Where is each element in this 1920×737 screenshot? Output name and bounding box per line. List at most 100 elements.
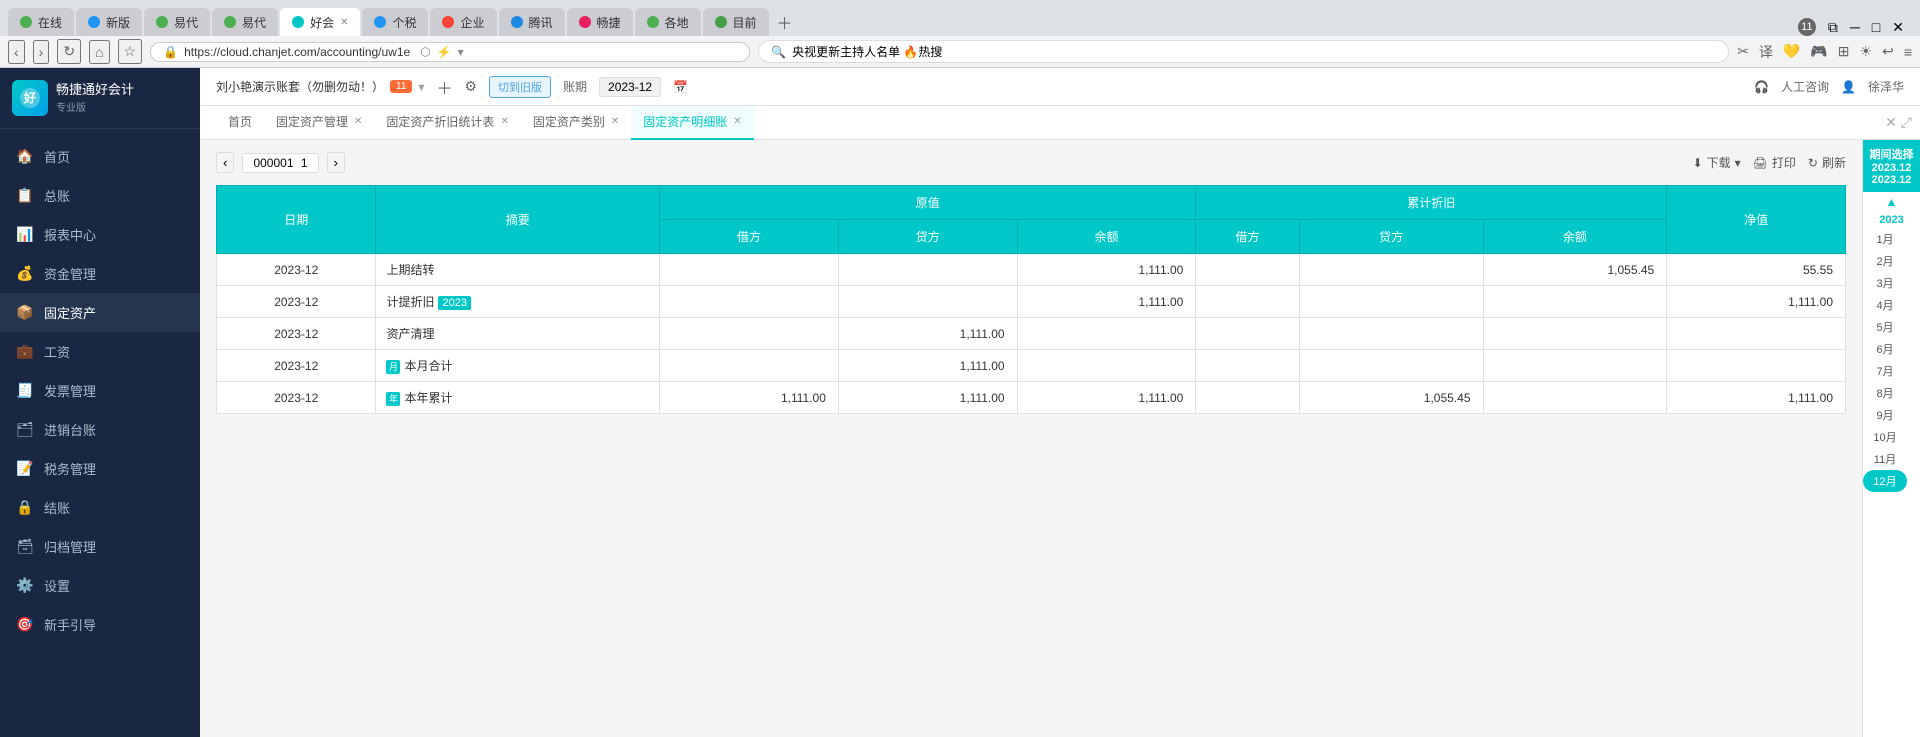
tab-label: 新版 — [106, 14, 130, 31]
close-all-tabs-icon[interactable]: ✕ — [1885, 114, 1897, 131]
new-tab-button[interactable]: ＋ — [771, 8, 799, 36]
sidebar-item-archive[interactable]: 🗃 归档管理 — [0, 527, 200, 566]
tab-yidai1[interactable]: 易代 — [144, 8, 210, 36]
next-record-button[interactable]: › — [327, 152, 345, 173]
tab-geshui[interactable]: 个税 — [362, 8, 428, 36]
menu-icon[interactable]: ≡ — [1904, 44, 1912, 60]
tab-zaixin[interactable]: 在线 — [8, 8, 74, 36]
tab-asset-detail[interactable]: 固定资产明细账 ✕ — [631, 106, 753, 140]
scissors-icon[interactable]: ✂ — [1737, 43, 1749, 60]
sidebar-logo: 好 畅捷通好会计 专业版 — [0, 68, 200, 129]
add-button[interactable]: ＋ — [436, 75, 452, 99]
forward-button[interactable]: › — [33, 40, 50, 64]
settings-gear-icon[interactable]: ⚙ — [464, 78, 477, 95]
period-month-item[interactable]: 7月 — [1863, 360, 1907, 382]
game-icon[interactable]: 🎮 — [1810, 43, 1827, 60]
period-month-item[interactable]: 2月 — [1863, 250, 1907, 272]
download-button[interactable]: ⬇ 下载 ▾ — [1693, 154, 1741, 171]
help-text[interactable]: 人工咨询 — [1781, 78, 1829, 95]
switch-version-button[interactable]: 切到旧版 — [489, 76, 551, 98]
cell-debit — [660, 286, 839, 318]
tab-fixed-asset-mgmt[interactable]: 固定资产管理 ✕ — [264, 106, 374, 140]
sidebar-item-settings[interactable]: ⚙️ 设置 — [0, 566, 200, 605]
maximize-icon[interactable]: □ — [1872, 19, 1880, 35]
username-display[interactable]: 徐泽华 — [1868, 78, 1904, 95]
sidebar-item-reports[interactable]: 📊 报表中心 — [0, 215, 200, 254]
tab-haohui[interactable]: 好会 ✕ — [280, 8, 360, 36]
sidebar-item-tax[interactable]: 📝 税务管理 — [0, 449, 200, 488]
tab-qiye[interactable]: 企业 — [430, 8, 496, 36]
tab-depreciation-stats[interactable]: 固定资产折旧统计表 ✕ — [374, 106, 520, 140]
search-bar[interactable]: 🔍 央视更新主持人名单 🔥热搜 — [758, 40, 1729, 63]
period-display[interactable]: 2023-12 — [599, 77, 661, 97]
sidebar-label-funds: 资金管理 — [44, 264, 96, 283]
lightning-icon[interactable]: ⚡ — [437, 45, 452, 59]
tab-muqian[interactable]: 目前 — [703, 8, 769, 36]
grid-icon[interactable]: ⊞ — [1838, 43, 1850, 60]
tab-asset-category[interactable]: 固定资产类别 ✕ — [521, 106, 631, 140]
period-month-item[interactable]: 5月 — [1863, 316, 1907, 338]
sidebar-item-funds[interactable]: 💰 资金管理 — [0, 254, 200, 293]
sidebar-item-general-ledger[interactable]: 📋 总账 — [0, 176, 200, 215]
sun-icon[interactable]: ☀ — [1860, 43, 1873, 60]
minimize-icon[interactable]: ─ — [1850, 19, 1860, 35]
calendar-icon[interactable]: 📅 — [673, 80, 688, 94]
refresh-button[interactable]: ↻ 刷新 — [1808, 154, 1846, 171]
count-badge: 11 — [390, 80, 412, 93]
tab-close-asset-detail[interactable]: ✕ — [733, 116, 741, 127]
col-header-balance: 余额 — [1017, 220, 1196, 254]
tab-yidai2[interactable]: 易代 — [212, 8, 278, 36]
period-month-item[interactable]: 6月 — [1863, 338, 1907, 360]
period-month-item[interactable]: 10月 — [1863, 426, 1907, 448]
sidebar-item-payroll[interactable]: 💼 工资 — [0, 332, 200, 371]
sidebar-item-closing[interactable]: 🔒 结账 — [0, 488, 200, 527]
period-month-item[interactable]: 4月 — [1863, 294, 1907, 316]
tab-label: 个税 — [392, 14, 416, 31]
print-button[interactable]: 🖨 打印 — [1753, 154, 1796, 171]
period-month-item[interactable]: 12月 — [1863, 470, 1907, 492]
restore-icon[interactable]: ⧉ — [1828, 19, 1838, 36]
sidebar-item-home[interactable]: 🏠 首页 — [0, 137, 200, 176]
sidebar-label-invoices: 发票管理 — [44, 381, 96, 400]
period-month-item[interactable]: 8月 — [1863, 382, 1907, 404]
expand-tabs-icon[interactable]: ⤢ — [1901, 114, 1912, 131]
tab-tengxun[interactable]: 腾讯 — [499, 8, 565, 36]
table-row: 2023-12 计提折旧2023 1,111.00 1,111.00 — [217, 286, 1846, 318]
sidebar-item-invoices[interactable]: 🧾 发票管理 — [0, 371, 200, 410]
tab-changjie[interactable]: 畅捷 — [567, 8, 633, 36]
tab-close-icon[interactable]: ✕ — [340, 17, 348, 28]
tab-gedi[interactable]: 各地 — [635, 8, 701, 36]
sidebar-item-fixed-assets[interactable]: 📦 固定资产 — [0, 293, 200, 332]
download-dropdown-icon[interactable]: ▾ — [1735, 156, 1741, 170]
period-scroll-up[interactable]: ▲ — [1863, 192, 1920, 212]
translate-icon[interactable]: 译 — [1759, 42, 1773, 62]
period-month-item[interactable]: 3月 — [1863, 272, 1907, 294]
archive-icon: 🗃 — [16, 538, 34, 556]
sidebar-item-sales-ledger[interactable]: 🗂 进销台账 — [0, 410, 200, 449]
period-month-item[interactable]: 11月 — [1863, 448, 1907, 470]
period-month-item[interactable]: 9月 — [1863, 404, 1907, 426]
period-month-item[interactable]: 1月 — [1863, 228, 1907, 250]
prev-record-button[interactable]: ‹ — [216, 152, 234, 173]
tab-xinban[interactable]: 新版 — [76, 8, 142, 36]
undo-icon[interactable]: ↩ — [1882, 43, 1894, 60]
dropdown-icon[interactable]: ▾ — [418, 80, 424, 94]
site-info-icon[interactable]: ⬡ — [420, 45, 430, 59]
back-button[interactable]: ‹ — [8, 40, 25, 64]
tab-home[interactable]: 首页 — [216, 106, 264, 140]
tab-label: 易代 — [174, 14, 198, 31]
tab-close-depreciation-stats[interactable]: ✕ — [500, 116, 508, 127]
address-bar[interactable]: 🔒 https://cloud.chanjet.com/accounting/u… — [150, 42, 750, 62]
tab-close-asset-category[interactable]: ✕ — [611, 116, 619, 127]
tab-label: 易代 — [242, 14, 266, 31]
address-dropdown-icon[interactable]: ▾ — [458, 45, 464, 59]
close-browser-icon[interactable]: ✕ — [1892, 19, 1904, 36]
cell-credit: 1,111.00 — [838, 382, 1017, 414]
bookmark-button[interactable]: ☆ — [118, 39, 143, 64]
sidebar-item-guide[interactable]: 🎯 新手引导 — [0, 605, 200, 644]
tab-close-fixed-asset-mgmt[interactable]: ✕ — [354, 116, 362, 127]
reload-button[interactable]: ↻ — [57, 39, 81, 64]
home-button[interactable]: ⌂ — [89, 40, 109, 64]
wallet-icon[interactable]: 💛 — [1783, 43, 1800, 60]
sidebar-label-archive: 归档管理 — [44, 537, 96, 556]
